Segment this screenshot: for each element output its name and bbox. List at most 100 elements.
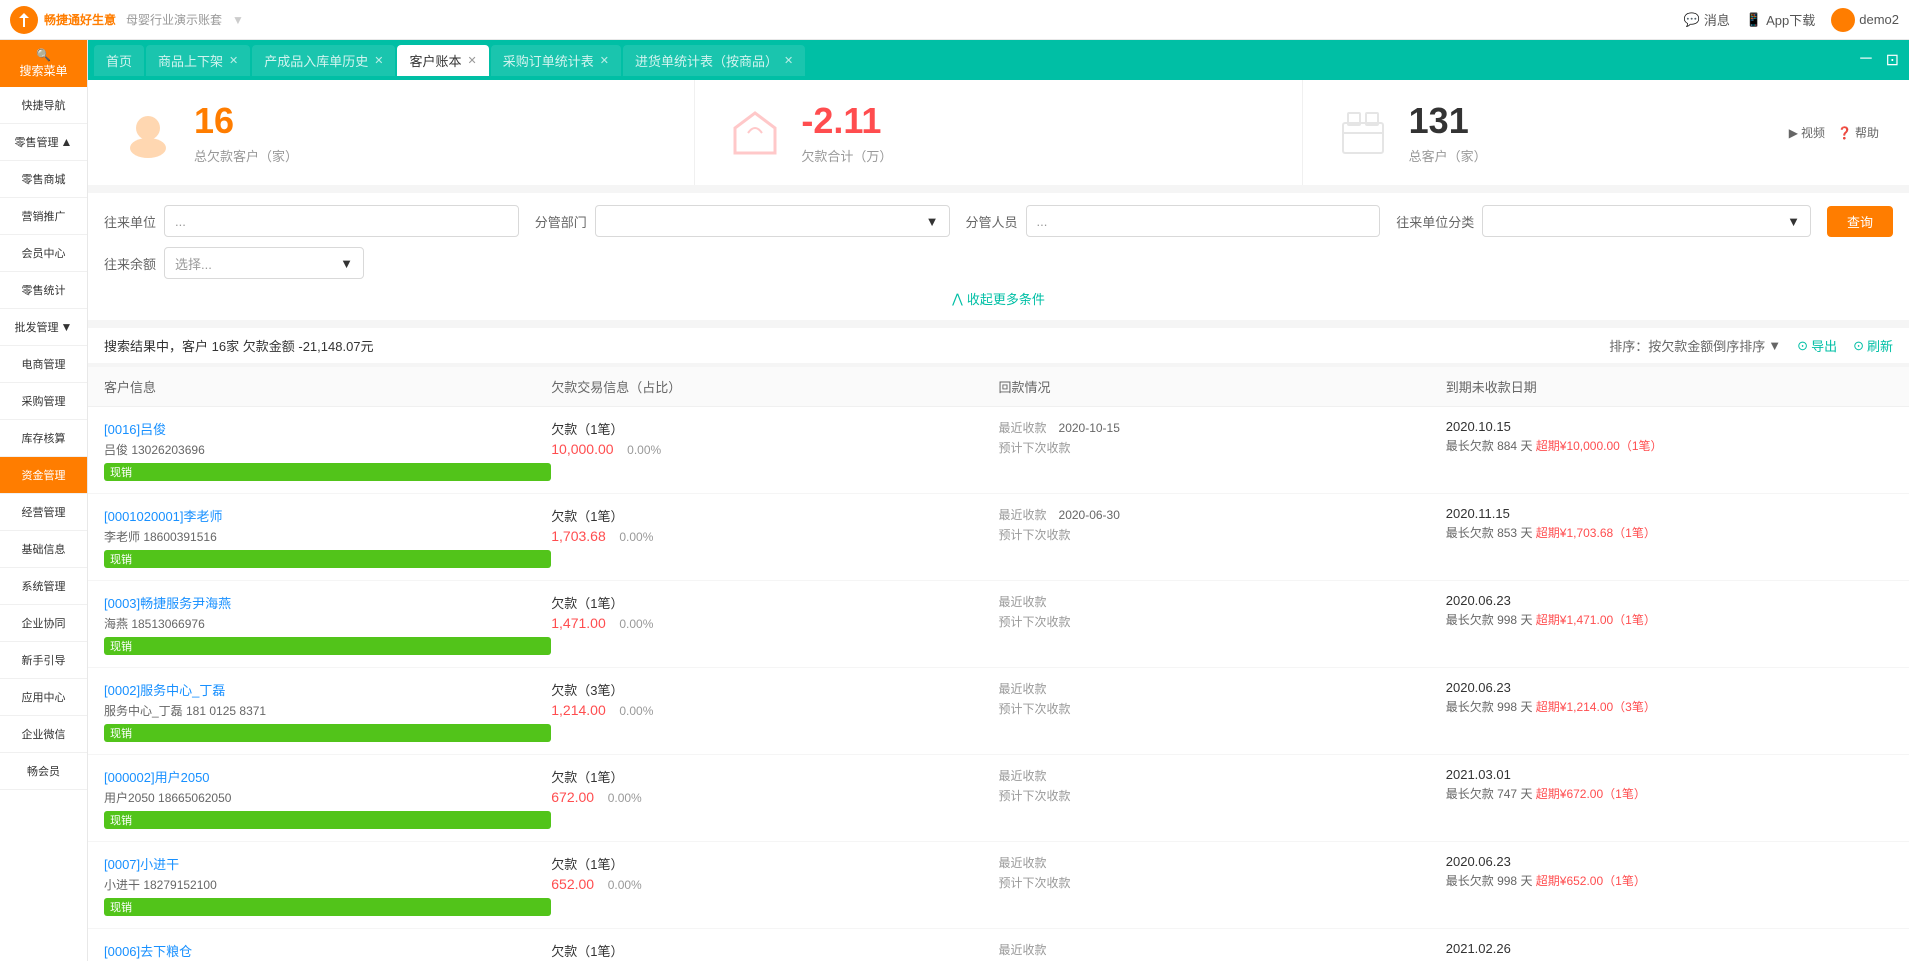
stat-debt-label: 欠款合计（万） <box>801 146 892 165</box>
sidebar-item-member[interactable]: 会员中心 <box>0 235 87 272</box>
sort-button[interactable]: 排序：按欠款金额倒序排序 ▼ <box>1609 336 1781 355</box>
customer-name-4[interactable]: [0002]服务中心_丁磊 <box>104 680 551 699</box>
sidebar-item-inventory[interactable]: 库存核算 <box>0 420 87 457</box>
refresh-button[interactable]: ⊙ 刷新 <box>1853 336 1893 355</box>
overdue-link-1[interactable]: 超期¥10,000.00（1笔） <box>1536 439 1663 453</box>
operations-label: 经营管理 <box>22 507 66 519</box>
subtitle: 母婴行业演示账套 <box>126 11 222 28</box>
refresh-icon: ⊙ <box>1853 338 1864 354</box>
sidebar-item-retail-mgmt[interactable]: 零售管理 ▲ <box>0 124 87 161</box>
debt-cell-6: 欠款（1笔） 652.00 0.00% <box>551 854 998 892</box>
batch-mgmt-label: 批发管理 <box>15 319 59 335</box>
customer-name-6[interactable]: [0007]小进干 <box>104 854 551 873</box>
debt-cell-5: 欠款（1笔） 672.00 0.00% <box>551 767 998 805</box>
filter-balance: 往来余额 选择... ▼ <box>104 247 1893 279</box>
user-avatar[interactable]: demo2 <box>1831 8 1899 32</box>
customer-name-2[interactable]: [0001020001]李老师 <box>104 506 551 525</box>
sidebar-item-enterprise-coop[interactable]: 企业协同 <box>0 605 87 642</box>
tab-customer-account[interactable]: 客户账本 ✕ <box>397 45 488 76</box>
sort-icon: ▼ <box>1768 338 1781 353</box>
tab-purchase-product-stat[interactable]: 进货单统计表（按商品） ✕ <box>623 45 805 76</box>
search-icon: 🔍 <box>6 48 81 62</box>
message-btn[interactable]: 💬 消息 <box>1684 10 1730 29</box>
video-btn[interactable]: ▶ 视频 <box>1789 124 1825 141</box>
customer-cell-2: [0001020001]李老师 李老师 18600391516 现销 <box>104 506 551 568</box>
sidebar-item-purchase[interactable]: 采购管理 <box>0 383 87 420</box>
chevron-down-category: ▼ <box>1787 214 1800 229</box>
overdue-date-2: 2020.11.15 <box>1446 506 1893 521</box>
dept-label: 分管部门 <box>535 212 587 231</box>
overdue-cell-2: 2020.11.15 最长欠款 853 天 超期¥1,703.68（1笔） <box>1446 506 1893 541</box>
sidebar-item-finance[interactable]: 资金管理 <box>0 457 87 494</box>
balance-select[interactable]: 选择... ▼ <box>164 247 364 279</box>
sidebar-item-marketing[interactable]: 营销推广 <box>0 198 87 235</box>
results-count: 16家 <box>212 339 239 354</box>
customer-name-1[interactable]: [0016]吕俊 <box>104 419 551 438</box>
dept-select[interactable]: ▼ <box>595 205 950 237</box>
sidebar-item-quick-nav[interactable]: 快捷导航 <box>0 87 87 124</box>
person-input[interactable]: ... <box>1026 205 1381 237</box>
export-button[interactable]: ⊙ 导出 <box>1797 336 1837 355</box>
overdue-link-4[interactable]: 超期¥1,214.00（3笔） <box>1536 700 1656 714</box>
app-center-label: 应用中心 <box>22 692 66 704</box>
tab-product-history-close[interactable]: ✕ <box>374 54 383 67</box>
sidebar-item-enterprise-wechat[interactable]: 企业微信 <box>0 716 87 753</box>
customer-tag-1: 现销 <box>104 463 551 481</box>
tab-minimize-btn[interactable]: ─ <box>1856 48 1875 72</box>
tab-purchase-product-stat-close[interactable]: ✕ <box>784 54 793 67</box>
logo-icon <box>10 6 38 34</box>
tab-product-online[interactable]: 商品上下架 ✕ <box>146 45 250 76</box>
customer-name-7[interactable]: [0006]去下粮仓 <box>104 941 551 960</box>
customer-name-5[interactable]: [000002]用户2050 <box>104 767 551 786</box>
source-unit-label: 往来单位 <box>104 212 156 231</box>
collapse-btn[interactable]: ⋀ 收起更多条件 <box>104 289 1893 308</box>
tab-maximize-btn[interactable]: ⊡ <box>1882 48 1903 72</box>
customer-name-3[interactable]: [0003]畅捷服务尹海燕 <box>104 593 551 612</box>
stat-debtors-number: 16 <box>194 100 298 142</box>
sidebar-item-app-center[interactable]: 应用中心 <box>0 679 87 716</box>
sidebar-item-basic-info[interactable]: 基础信息 <box>0 531 87 568</box>
marketing-label: 营销推广 <box>22 211 66 223</box>
sidebar-item-batch-mgmt[interactable]: 批发管理 ▼ <box>0 309 87 346</box>
sidebar-search[interactable]: 🔍 搜索菜单 <box>0 40 87 87</box>
collection-cell-3: 最近收款 预计下次收款 <box>999 593 1446 630</box>
tab-purchase-stat[interactable]: 采购订单统计表 ✕ <box>491 45 621 76</box>
tab-product-history[interactable]: 产成品入库单历史 ✕ <box>252 45 395 76</box>
app-download-btn[interactable]: 📱 App下载 <box>1746 10 1815 29</box>
sidebar-item-system[interactable]: 系统管理 <box>0 568 87 605</box>
person-label: 分管人员 <box>966 212 1018 231</box>
help-btn[interactable]: ❓ 帮助 <box>1837 124 1879 141</box>
sidebar-item-retail-stat[interactable]: 零售统计 <box>0 272 87 309</box>
customer-detail-5: 用户2050 18665062050 <box>104 789 551 806</box>
sidebar-item-retail-mall[interactable]: 零售商城 <box>0 161 87 198</box>
tab-customer-account-close[interactable]: ✕ <box>468 54 477 67</box>
table-row: [0003]畅捷服务尹海燕 海燕 18513066976 现销 欠款（1笔） 1… <box>88 581 1909 668</box>
sidebar-item-newbie[interactable]: 新手引导 <box>0 642 87 679</box>
sidebar-item-ecommerce[interactable]: 电商管理 <box>0 346 87 383</box>
overdue-link-2[interactable]: 超期¥1,703.68（1笔） <box>1536 526 1656 540</box>
overdue-link-5[interactable]: 超期¥672.00（1笔） <box>1536 787 1646 801</box>
source-unit-input[interactable]: ... <box>164 205 519 237</box>
overdue-link-6[interactable]: 超期¥652.00（1笔） <box>1536 874 1646 888</box>
tab-purchase-stat-close[interactable]: ✕ <box>600 54 609 67</box>
tab-home[interactable]: 首页 <box>94 45 144 76</box>
header-overdue: 到期未收款日期 <box>1446 377 1893 396</box>
debt-amount-3: 1,471.00 <box>551 615 606 631</box>
tab-purchase-stat-label: 采购订单统计表 <box>503 51 594 70</box>
tab-product-online-label: 商品上下架 <box>158 51 223 70</box>
overdue-cell-3: 2020.06.23 最长欠款 998 天 超期¥1,471.00（1笔） <box>1446 593 1893 628</box>
customer-tag-5: 现销 <box>104 811 551 829</box>
table-header: 客户信息 欠款交易信息（占比） 回款情况 到期未收款日期 <box>88 367 1909 407</box>
collection-cell-7: 最近收款 预计下次收款 <box>999 941 1446 961</box>
filter-person: 分管人员 ... <box>966 205 1381 237</box>
overdue-date-7: 2021.02.26 <box>1446 941 1893 956</box>
unit-category-select[interactable]: ▼ <box>1482 205 1811 237</box>
tab-product-online-close[interactable]: ✕ <box>229 54 238 67</box>
overdue-link-3[interactable]: 超期¥1,471.00（1笔） <box>1536 613 1656 627</box>
overdue-date-3: 2020.06.23 <box>1446 593 1893 608</box>
sidebar-item-member-pro[interactable]: 畅会员 <box>0 753 87 790</box>
sidebar-item-operations[interactable]: 经营管理 <box>0 494 87 531</box>
search-button[interactable]: 查询 <box>1827 206 1893 237</box>
header-customer-info: 客户信息 <box>104 377 551 396</box>
debtors-icon <box>118 103 178 163</box>
